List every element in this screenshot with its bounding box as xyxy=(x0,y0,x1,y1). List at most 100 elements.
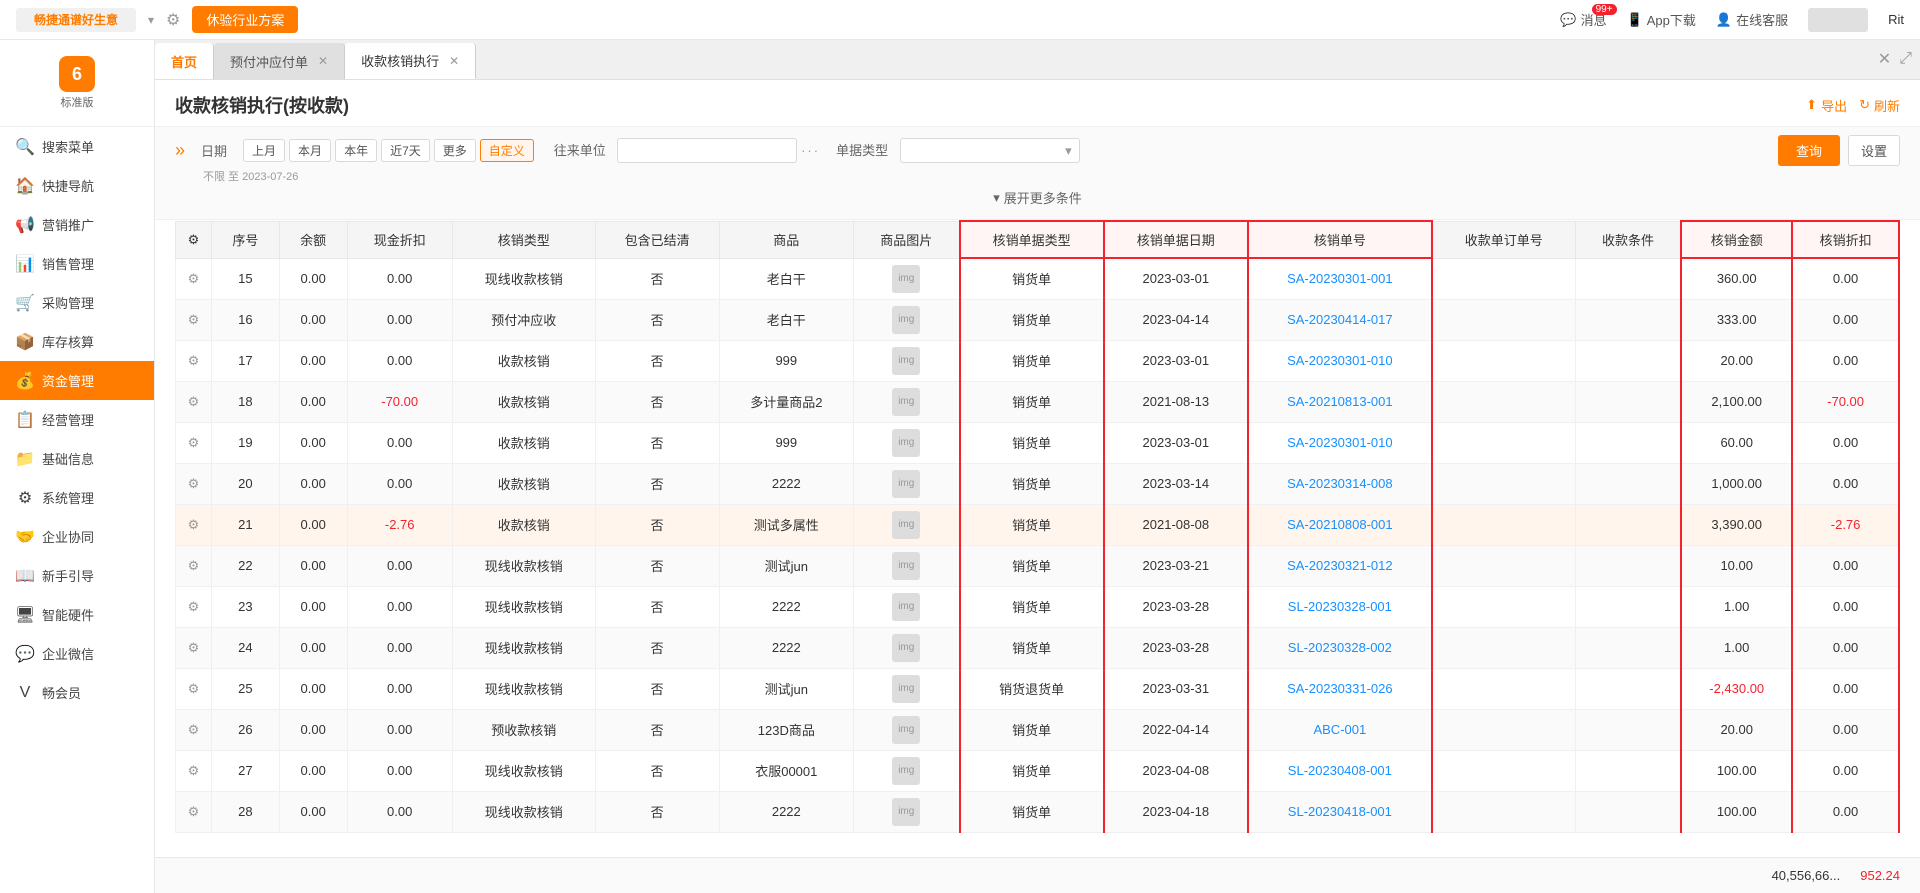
sidebar-item-basic[interactable]: 📁 基础信息 xyxy=(0,439,154,478)
settings-icon[interactable]: ⚙ xyxy=(166,10,180,30)
cell-doc-no-7[interactable]: SA-20230321-012 xyxy=(1248,545,1432,586)
logo-chevron-icon[interactable]: ▾ xyxy=(148,13,154,27)
settings-btn[interactable]: 设置 xyxy=(1848,135,1900,166)
table-row: ⚙ 17 0.00 0.00 收款核销 否 999 img 销货单 2023-0… xyxy=(176,340,1900,381)
tab-expand-icon[interactable]: ⤢ xyxy=(1899,50,1912,68)
layout: 6 标准版 🔍 搜索菜单 🏠 快捷导航 📢 营销推广 📊 销售管理 🛒 采购管理… xyxy=(0,40,1920,893)
tab-prepay[interactable]: 预付冲应付单 ✕ xyxy=(214,43,345,79)
date-btn-thisyear[interactable]: 本年 xyxy=(335,139,377,162)
cell-doc-no-0[interactable]: SA-20230301-001 xyxy=(1248,258,1432,299)
sidebar-label-corp: 企业协同 xyxy=(42,527,94,546)
tab-writeoff[interactable]: 收款核销执行 ✕ xyxy=(345,43,476,79)
tab-prepay-close-icon[interactable]: ✕ xyxy=(318,54,328,68)
refresh-btn[interactable]: ↻ 刷新 xyxy=(1859,96,1900,115)
export-btn[interactable]: ⬆ 导出 xyxy=(1806,96,1847,115)
expand-row: ▾ 展开更多条件 xyxy=(175,184,1900,211)
cell-settings-4[interactable]: ⚙ xyxy=(176,422,212,463)
cell-settings-7[interactable]: ⚙ xyxy=(176,545,212,586)
query-btn[interactable]: 查询 xyxy=(1778,135,1840,166)
sidebar-item-system[interactable]: ⚙ 系统管理 xyxy=(0,478,154,517)
sidebar-item-search[interactable]: 🔍 搜索菜单 xyxy=(0,127,154,166)
sidebar-label-operation: 经营管理 xyxy=(42,410,94,429)
cell-doc-no-3[interactable]: SA-20210813-001 xyxy=(1248,381,1432,422)
tab-home[interactable]: 首页 xyxy=(155,43,214,79)
cell-writeoff-discount-13: 0.00 xyxy=(1792,791,1899,832)
sidebar-item-hardware[interactable]: 🖥 智能硬件 xyxy=(0,595,154,634)
online-service-btn[interactable]: 👤 在线客服 xyxy=(1716,10,1788,29)
cell-doc-date-11: 2022-04-14 xyxy=(1104,709,1248,750)
cell-receipt-order-no-12 xyxy=(1432,750,1575,791)
sidebar-label-basic: 基础信息 xyxy=(42,449,94,468)
tab-writeoff-close-icon[interactable]: ✕ xyxy=(449,54,459,68)
date-btn-7days[interactable]: 近7天 xyxy=(381,139,430,162)
cell-settings-1[interactable]: ⚙ xyxy=(176,299,212,340)
cell-doc-no-10[interactable]: SA-20230331-026 xyxy=(1248,668,1432,709)
sidebar-item-sales[interactable]: 📊 销售管理 xyxy=(0,244,154,283)
cell-doc-date-3: 2021-08-13 xyxy=(1104,381,1248,422)
cell-product-image-10: img xyxy=(854,668,960,709)
search-icon: 🔍 xyxy=(16,138,34,156)
messages-btn[interactable]: 💬 消息 99+ xyxy=(1560,10,1606,29)
cell-settings-6[interactable]: ⚙ xyxy=(176,504,212,545)
cell-balance-3: 0.00 xyxy=(279,381,347,422)
doctype-select[interactable] xyxy=(900,138,1080,163)
sidebar-item-finance[interactable]: 💰 资金管理 xyxy=(0,361,154,400)
cell-writeoff-type-5: 收款核销 xyxy=(452,463,595,504)
cell-settings-12[interactable]: ⚙ xyxy=(176,750,212,791)
date-btn-thismonth[interactable]: 本月 xyxy=(289,139,331,162)
cell-settings-9[interactable]: ⚙ xyxy=(176,627,212,668)
cell-product-11: 123D商品 xyxy=(719,709,853,750)
cell-doc-no-13[interactable]: SL-20230418-001 xyxy=(1248,791,1432,832)
partner-input[interactable] xyxy=(617,138,797,163)
sidebar-logo: 6 标准版 xyxy=(0,48,154,127)
cell-settings-8[interactable]: ⚙ xyxy=(176,586,212,627)
cell-settings-3[interactable]: ⚙ xyxy=(176,381,212,422)
date-btn-custom[interactable]: 自定义 xyxy=(480,139,534,162)
cell-writeoff-type-2: 收款核销 xyxy=(452,340,595,381)
cell-doc-no-1[interactable]: SA-20230414-017 xyxy=(1248,299,1432,340)
cell-product-image-11: img xyxy=(854,709,960,750)
cell-doc-date-10: 2023-03-31 xyxy=(1104,668,1248,709)
cell-writeoff-type-1: 预付冲应收 xyxy=(452,299,595,340)
cell-doc-no-5[interactable]: SA-20230314-008 xyxy=(1248,463,1432,504)
date-btn-more[interactable]: 更多 xyxy=(434,139,476,162)
cell-doc-no-6[interactable]: SA-20210808-001 xyxy=(1248,504,1432,545)
tab-prepay-label: 预付冲应付单 xyxy=(230,52,308,71)
sidebar-item-vip[interactable]: V 畅会员 xyxy=(0,673,154,712)
cell-doc-no-12[interactable]: SL-20230408-001 xyxy=(1248,750,1432,791)
cell-doc-no-2[interactable]: SA-20230301-010 xyxy=(1248,340,1432,381)
sidebar-item-corp[interactable]: 🤝 企业协同 xyxy=(0,517,154,556)
date-btn-lastmonth[interactable]: 上月 xyxy=(243,139,285,162)
cell-settings-5[interactable]: ⚙ xyxy=(176,463,212,504)
cell-writeoff-amount-4: 60.00 xyxy=(1681,422,1792,463)
cell-include-settled-12: 否 xyxy=(595,750,719,791)
sidebar-item-operation[interactable]: 📋 经营管理 xyxy=(0,400,154,439)
inventory-icon: 📦 xyxy=(16,333,34,351)
filter-collapse-btn[interactable]: » xyxy=(175,140,185,161)
industry-btn[interactable]: 休验行业方案 xyxy=(192,6,298,33)
app-download-btn[interactable]: 📱 App下载 xyxy=(1627,10,1696,29)
cell-settings-11[interactable]: ⚙ xyxy=(176,709,212,750)
cell-settings-0[interactable]: ⚙ xyxy=(176,258,212,299)
cell-settings-2[interactable]: ⚙ xyxy=(176,340,212,381)
sidebar-item-purchase[interactable]: 🛒 采购管理 xyxy=(0,283,154,322)
sidebar-item-guide[interactable]: 📖 新手引导 xyxy=(0,556,154,595)
user-avatar[interactable] xyxy=(1808,8,1868,32)
cell-receipt-terms-8 xyxy=(1575,586,1681,627)
cell-doc-no-8[interactable]: SL-20230328-001 xyxy=(1248,586,1432,627)
sidebar-item-inventory[interactable]: 📦 库存核算 xyxy=(0,322,154,361)
cell-doc-no-9[interactable]: SL-20230328-002 xyxy=(1248,627,1432,668)
sidebar-item-quicknav[interactable]: 🏠 快捷导航 xyxy=(0,166,154,205)
cell-writeoff-amount-6: 3,390.00 xyxy=(1681,504,1792,545)
cell-doc-no-11[interactable]: ABC-001 xyxy=(1248,709,1432,750)
expand-more-btn[interactable]: ▾ 展开更多条件 xyxy=(993,188,1082,207)
cell-doc-type-11: 销货单 xyxy=(960,709,1104,750)
sidebar-item-marketing[interactable]: 📢 营销推广 xyxy=(0,205,154,244)
cell-settings-13[interactable]: ⚙ xyxy=(176,791,212,832)
tab-close-all-icon[interactable]: ✕ xyxy=(1878,49,1891,69)
sidebar-item-wechat[interactable]: 💬 企业微信 xyxy=(0,634,154,673)
cell-doc-no-4[interactable]: SA-20230301-010 xyxy=(1248,422,1432,463)
th-product-image: 商品图片 xyxy=(854,221,960,258)
th-settings[interactable]: ⚙ xyxy=(176,221,212,258)
cell-settings-10[interactable]: ⚙ xyxy=(176,668,212,709)
